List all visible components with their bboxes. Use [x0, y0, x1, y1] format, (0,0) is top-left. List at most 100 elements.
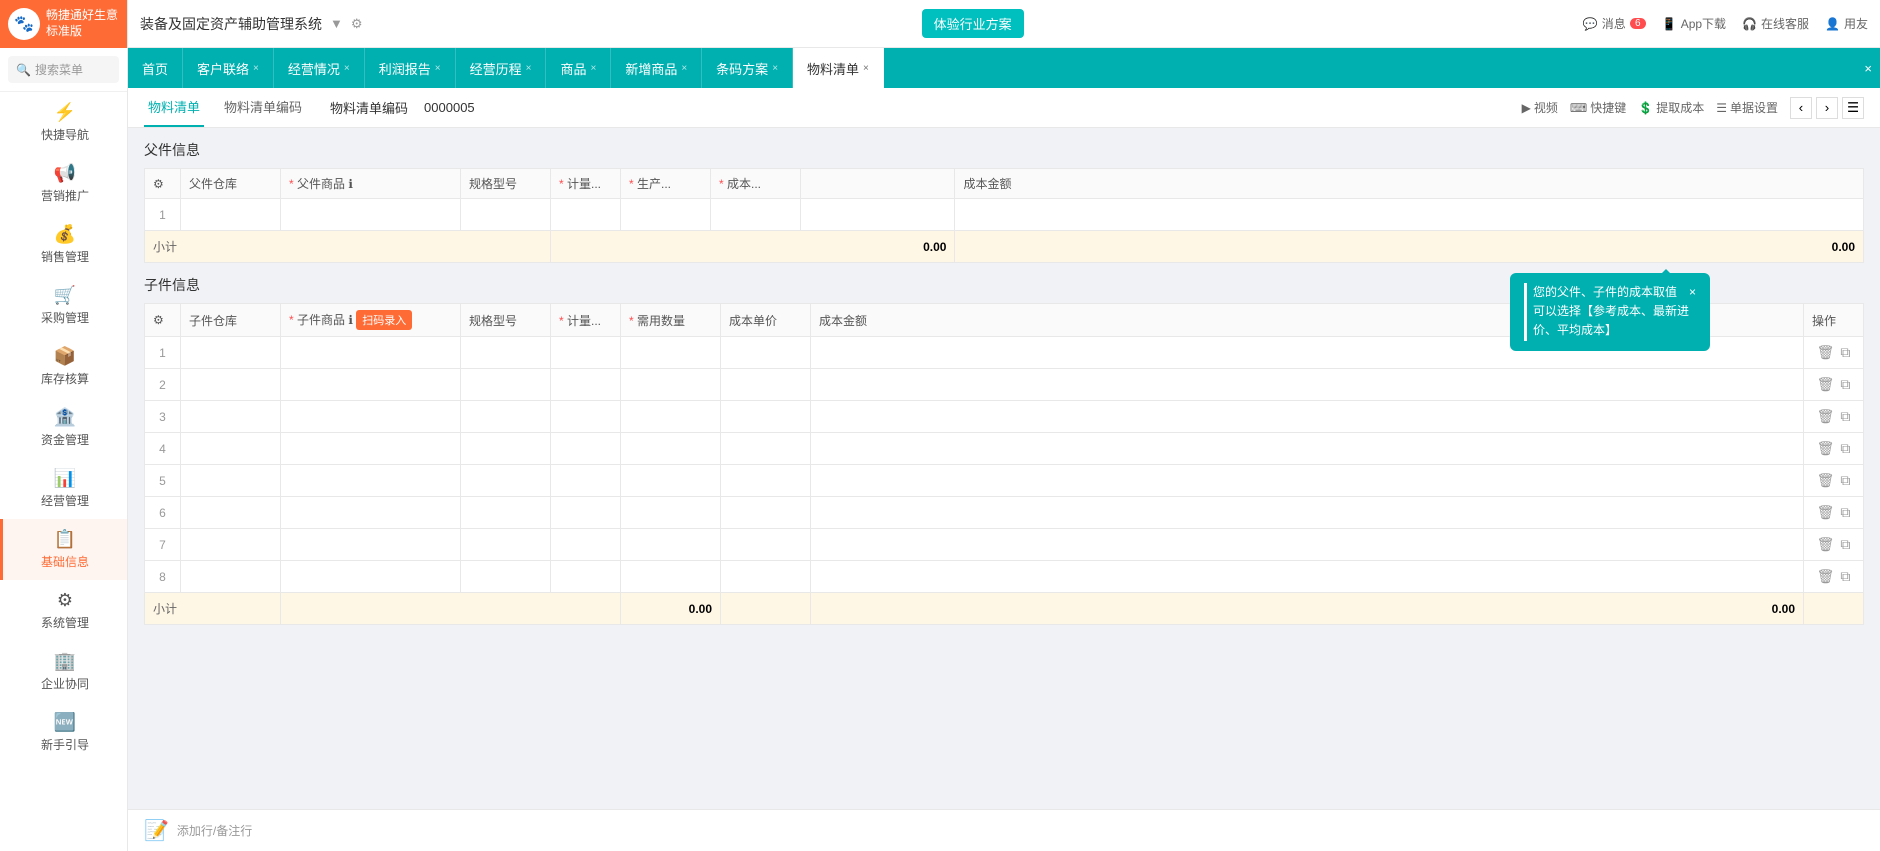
child-unit-7[interactable] — [551, 529, 621, 561]
dropdown-icon[interactable]: ▼ — [330, 16, 343, 31]
add-row-text[interactable]: 添加行/备注行 — [177, 822, 252, 839]
child-product-1[interactable] — [281, 337, 461, 369]
parent-cost-cell[interactable] — [711, 199, 801, 231]
delete-icon[interactable]: 🗑 — [1817, 472, 1835, 489]
child-spec-3[interactable] — [461, 401, 551, 433]
delete-icon[interactable]: 🗑 — [1817, 536, 1835, 553]
tab-new-product[interactable]: 新增商品 × — [611, 48, 702, 88]
child-unitcost-8[interactable] — [721, 561, 811, 593]
child-qty-6[interactable] — [621, 497, 721, 529]
settings-icon[interactable]: ⚙ — [351, 16, 363, 32]
child-unit-2[interactable] — [551, 369, 621, 401]
tab-barcode[interactable]: 条码方案 × — [702, 48, 793, 88]
child-unit-4[interactable] — [551, 433, 621, 465]
tab-customer[interactable]: 客户联络 × — [183, 48, 274, 88]
child-qty-5[interactable] — [621, 465, 721, 497]
close-icon[interactable]: × — [681, 63, 687, 74]
child-warehouse-3[interactable] — [181, 401, 281, 433]
sidebar-search[interactable]: 🔍 搜索菜单 — [0, 48, 127, 92]
delete-icon[interactable]: 🗑 — [1817, 568, 1835, 585]
message-item[interactable]: 💬 消息 6 — [1583, 15, 1646, 32]
view-button[interactable]: ▶ 视频 — [1522, 99, 1558, 116]
child-product-4[interactable] — [281, 433, 461, 465]
child-qty-7[interactable] — [621, 529, 721, 561]
delete-icon[interactable]: 🗑 — [1817, 440, 1835, 457]
shortcut-button[interactable]: ⌨ 快捷键 — [1570, 99, 1626, 116]
child-unit-8[interactable] — [551, 561, 621, 593]
next-button[interactable]: › — [1816, 97, 1838, 119]
single-settings-button[interactable]: ☰ 单据设置 — [1716, 99, 1778, 116]
child-warehouse-5[interactable] — [181, 465, 281, 497]
tab-product[interactable]: 商品 × — [546, 48, 611, 88]
copy-icon[interactable]: ⧉ — [1840, 344, 1850, 361]
user-item[interactable]: 👤 用友 — [1825, 15, 1868, 32]
prev-button[interactable]: ‹ — [1790, 97, 1812, 119]
close-icon[interactable]: × — [253, 63, 259, 74]
copy-icon[interactable]: ⧉ — [1840, 408, 1850, 425]
copy-icon[interactable]: ⧉ — [1840, 472, 1850, 489]
trial-button[interactable]: 体验行业方案 — [922, 9, 1024, 38]
tab-operation[interactable]: 经营情况 × — [274, 48, 365, 88]
child-product-3[interactable] — [281, 401, 461, 433]
sub-tab-bom-list[interactable]: 物料清单 — [144, 88, 204, 127]
parent-spec-cell[interactable] — [461, 199, 551, 231]
child-unitcost-2[interactable] — [721, 369, 811, 401]
copy-icon[interactable]: ⧉ — [1840, 376, 1850, 393]
parent-product-cell[interactable] — [281, 199, 461, 231]
sidebar-item-marketing[interactable]: 📢 营销推广 — [0, 153, 127, 214]
copy-icon[interactable]: ⧉ — [1840, 536, 1850, 553]
parent-production-cell[interactable] — [621, 199, 711, 231]
child-product-6[interactable] — [281, 497, 461, 529]
tab-profit[interactable]: 利润报告 × — [365, 48, 456, 88]
close-icon[interactable]: × — [526, 63, 532, 74]
close-icon[interactable]: × — [344, 63, 350, 74]
child-unit-3[interactable] — [551, 401, 621, 433]
copy-icon[interactable]: ⧉ — [1840, 504, 1850, 521]
sub-tab-bom-code[interactable]: 物料清单编码 — [220, 88, 306, 127]
tab-bom[interactable]: 物料清单 × — [793, 48, 884, 88]
child-spec-1[interactable] — [461, 337, 551, 369]
child-unitcost-6[interactable] — [721, 497, 811, 529]
child-qty-3[interactable] — [621, 401, 721, 433]
delete-icon[interactable]: 🗑 — [1817, 376, 1835, 393]
child-unitcost-1[interactable] — [721, 337, 811, 369]
close-icon[interactable]: × — [772, 63, 778, 74]
child-warehouse-6[interactable] — [181, 497, 281, 529]
child-warehouse-2[interactable] — [181, 369, 281, 401]
sidebar-item-inventory[interactable]: 📦 库存核算 — [0, 336, 127, 397]
parent-unit-cell[interactable] — [551, 199, 621, 231]
online-service-item[interactable]: 🎧 在线客服 — [1742, 15, 1809, 32]
tooltip-close-button[interactable]: × — [1689, 283, 1696, 302]
child-unit-1[interactable] — [551, 337, 621, 369]
child-qty-8[interactable] — [621, 561, 721, 593]
child-warehouse-8[interactable] — [181, 561, 281, 593]
child-warehouse-4[interactable] — [181, 433, 281, 465]
extract-cost-button[interactable]: 💲 提取成本 — [1638, 99, 1704, 116]
delete-icon[interactable]: 🗑 — [1817, 344, 1835, 361]
sidebar-item-finance[interactable]: 🏦 资金管理 — [0, 397, 127, 458]
close-all-button[interactable]: × — [1856, 61, 1880, 76]
close-icon[interactable]: × — [863, 63, 869, 74]
child-warehouse-7[interactable] — [181, 529, 281, 561]
close-icon[interactable]: × — [435, 63, 441, 74]
copy-icon[interactable]: ⧉ — [1840, 440, 1850, 457]
child-spec-8[interactable] — [461, 561, 551, 593]
list-view-button[interactable]: ☰ — [1842, 97, 1864, 119]
child-product-2[interactable] — [281, 369, 461, 401]
sidebar-item-basic-info[interactable]: 📋 基础信息 — [0, 519, 127, 580]
child-qty-1[interactable] — [621, 337, 721, 369]
sidebar-item-quick-nav[interactable]: ⚡ 快捷导航 — [0, 92, 127, 153]
child-unitcost-4[interactable] — [721, 433, 811, 465]
search-button[interactable]: 🔍 搜索菜单 — [8, 56, 119, 83]
close-icon[interactable]: × — [590, 63, 596, 74]
child-spec-2[interactable] — [461, 369, 551, 401]
sidebar-item-purchase[interactable]: 🛒 采购管理 — [0, 275, 127, 336]
scan-button[interactable]: 扫码录入 — [356, 310, 412, 330]
child-unitcost-3[interactable] — [721, 401, 811, 433]
delete-icon[interactable]: 🗑 — [1817, 504, 1835, 521]
child-qty-4[interactable] — [621, 433, 721, 465]
child-product-8[interactable] — [281, 561, 461, 593]
tab-history[interactable]: 经营历程 × — [456, 48, 547, 88]
copy-icon[interactable]: ⧉ — [1840, 568, 1850, 585]
delete-icon[interactable]: 🗑 — [1817, 408, 1835, 425]
